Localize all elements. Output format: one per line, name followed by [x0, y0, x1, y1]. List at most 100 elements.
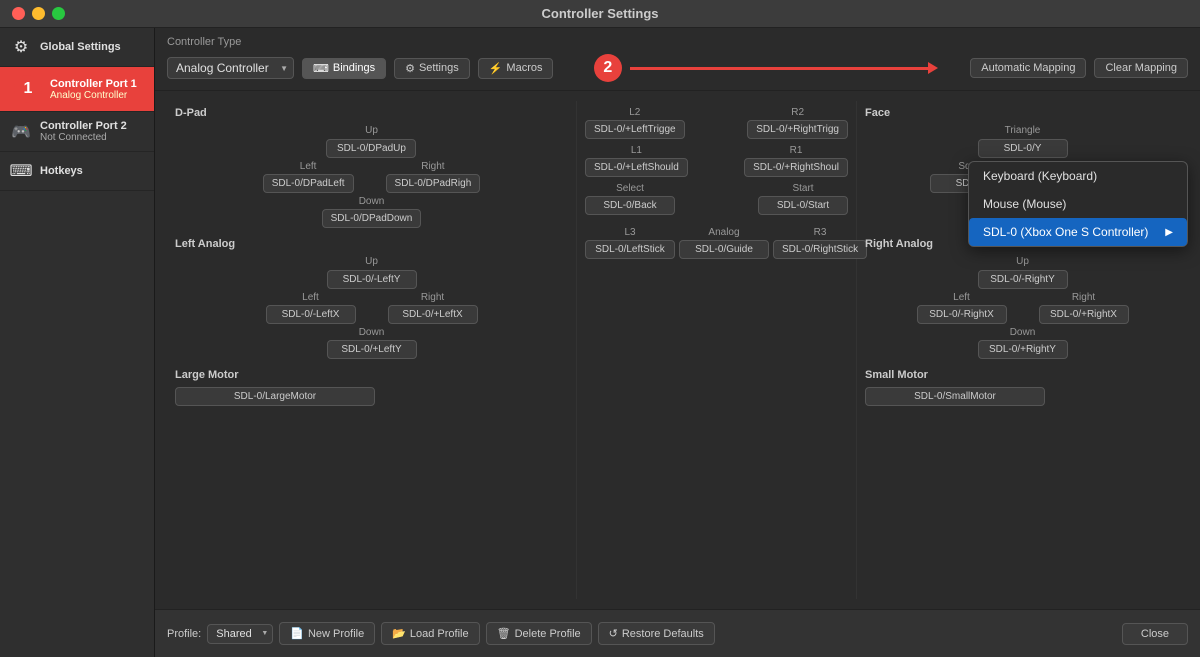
sidebar-sublabel-port2: Not Connected — [40, 132, 127, 143]
badge-2: 2 — [594, 54, 622, 82]
load-profile-icon: 📂 — [392, 627, 406, 640]
l2-label: L2 — [629, 107, 640, 118]
dropdown-item-sdl0-row: SDL-0 (Xbox One S Controller) ▶ — [983, 225, 1173, 239]
start-btn[interactable]: SDL-0/Start — [758, 196, 848, 215]
new-profile-button[interactable]: 📄 New Profile — [279, 622, 375, 645]
r2-label: R2 — [791, 107, 804, 118]
load-profile-button[interactable]: 📂 Load Profile — [381, 622, 479, 645]
dropdown-item-keyboard[interactable]: Keyboard (Keyboard) — [969, 162, 1187, 190]
ra-right-label: Right — [1072, 292, 1095, 303]
controller-type-label: Controller Type — [167, 36, 1188, 48]
small-motor-title: Small Motor — [865, 369, 1180, 381]
sidebar-item-hotkeys[interactable]: ⌨ Hotkeys — [0, 152, 154, 191]
dpad-left-btn[interactable]: SDL-0/DPadLeft — [263, 174, 354, 193]
tab-macros[interactable]: ⚡ Macros — [478, 58, 554, 79]
la-up-label: Up — [365, 256, 378, 267]
maximize-window-button[interactable] — [52, 7, 65, 20]
delete-profile-button[interactable]: 🗑 Delete Profile — [486, 622, 592, 645]
la-right-btn[interactable]: SDL-0/+LeftX — [388, 305, 478, 324]
dpad-down-btn[interactable]: SDL-0/DPadDown — [322, 209, 422, 228]
dpad-up-label: Up — [365, 125, 378, 136]
la-left-btn[interactable]: SDL-0/-LeftX — [266, 305, 356, 324]
ra-left-label: Left — [953, 292, 970, 303]
settings-icon: ⚙ — [405, 62, 415, 75]
dpad-left-label: Left — [300, 161, 317, 172]
r1-btn[interactable]: SDL-0/+RightShoul — [744, 158, 848, 177]
la-up-btn[interactable]: SDL-0/-LeftY — [327, 270, 417, 289]
mapping-dropdown: Keyboard (Keyboard) Mouse (Mouse) SDL-0 … — [968, 161, 1188, 247]
la-down-btn[interactable]: SDL-0/+LeftY — [327, 340, 417, 359]
sidebar-label-port1: Controller Port 1 — [50, 78, 137, 90]
profile-label: Profile: — [167, 628, 201, 640]
small-motor-btn[interactable]: SDL-0/SmallMotor — [865, 387, 1045, 406]
badge-1: 1 — [14, 75, 42, 103]
center-panel: L2 SDL-0/+LeftTrigge R2 SDL-0/+RightTrig… — [577, 101, 857, 599]
tab-bindings[interactable]: ⌨ Bindings — [302, 58, 386, 79]
triangle-btn[interactable]: SDL-0/Y — [978, 139, 1068, 158]
dpad-up-btn[interactable]: SDL-0/DPadUp — [326, 139, 416, 158]
sidebar-label-port2: Controller Port 2 — [40, 120, 127, 132]
r2-btn[interactable]: SDL-0/+RightTrigg — [747, 120, 848, 139]
content-area: D-Pad Up SDL-0/DPadUp Left SDL-0/DPadLef… — [155, 91, 1200, 609]
restore-defaults-label: Restore Defaults — [622, 628, 704, 640]
controller-select[interactable]: Analog Controller — [167, 57, 294, 79]
sidebar-sublabel-port1: Analog Controller — [50, 90, 137, 101]
arrow-row: 2 — [561, 54, 962, 82]
minimize-window-button[interactable] — [32, 7, 45, 20]
gamepad-icon-2: 🎮 — [10, 121, 32, 143]
load-profile-label: Load Profile — [410, 628, 469, 640]
ra-down-btn[interactable]: SDL-0/+RightY — [978, 340, 1068, 359]
chevron-right-icon: ▶ — [1165, 227, 1173, 238]
arrow-line — [630, 67, 930, 70]
close-window-button[interactable] — [12, 7, 25, 20]
header-row: Analog Controller ⌨ Bindings ⚙ Settings … — [167, 54, 1188, 90]
sidebar-item-global[interactable]: ⚙ Global Settings — [0, 28, 154, 67]
l3-label: L3 — [624, 227, 635, 238]
close-button[interactable]: Close — [1122, 623, 1188, 645]
analog-btn[interactable]: SDL-0/Guide — [679, 240, 769, 259]
dpad-right-label: Right — [421, 161, 444, 172]
dropdown-item-mouse[interactable]: Mouse (Mouse) — [969, 190, 1187, 218]
l1-btn[interactable]: SDL-0/+LeftShould — [585, 158, 688, 177]
footer: Profile: Shared 📄 New Profile 📂 Load Pro… — [155, 609, 1200, 657]
dpad-right-btn[interactable]: SDL-0/DPadRigh — [386, 174, 481, 193]
bindings-icon: ⌨ — [313, 62, 329, 75]
r3-label: R3 — [814, 227, 827, 238]
l1-label: L1 — [631, 145, 642, 156]
large-motor-btn[interactable]: SDL-0/LargeMotor — [175, 387, 375, 406]
profile-select[interactable]: Shared — [207, 624, 273, 644]
la-right-label: Right — [421, 292, 444, 303]
select-label: Select — [616, 183, 644, 194]
gear-icon: ⚙ — [10, 36, 32, 58]
titlebar: Controller Settings — [0, 0, 1200, 28]
dropdown-item-sdl0-label: SDL-0 (Xbox One S Controller) — [983, 225, 1148, 239]
sidebar-item-port2[interactable]: 🎮 Controller Port 2 Not Connected — [0, 112, 154, 152]
ra-right-btn[interactable]: SDL-0/+RightX — [1039, 305, 1129, 324]
face-title: Face — [865, 107, 1180, 119]
sidebar-label-global: Global Settings — [40, 41, 121, 53]
dpad-down-label: Down — [359, 196, 385, 207]
l2-btn[interactable]: SDL-0/+LeftTrigge — [585, 120, 685, 139]
auto-mapping-button[interactable]: Automatic Mapping — [970, 58, 1086, 78]
tab-settings[interactable]: ⚙ Settings — [394, 58, 470, 79]
ra-left-btn[interactable]: SDL-0/-RightX — [917, 305, 1007, 324]
dpad-title: D-Pad — [175, 107, 568, 119]
left-panel: D-Pad Up SDL-0/DPadUp Left SDL-0/DPadLef… — [167, 101, 577, 599]
controller-select-wrapper[interactable]: Analog Controller — [167, 57, 294, 79]
keyboard-icon: ⌨ — [10, 160, 32, 182]
dropdown-item-sdl0[interactable]: SDL-0 (Xbox One S Controller) ▶ — [969, 218, 1187, 246]
ra-up-label: Up — [1016, 256, 1029, 267]
macros-icon: ⚡ — [489, 62, 503, 75]
sidebar-label-hotkeys: Hotkeys — [40, 165, 83, 177]
profile-select-wrapper[interactable]: Shared — [207, 624, 273, 644]
restore-defaults-button[interactable]: ↺ Restore Defaults — [598, 622, 715, 645]
r3-btn[interactable]: SDL-0/RightStick — [773, 240, 867, 259]
ra-down-label: Down — [1010, 327, 1036, 338]
clear-mapping-button[interactable]: Clear Mapping — [1094, 58, 1188, 78]
sidebar-item-port1[interactable]: 1 Controller Port 1 Analog Controller — [0, 67, 154, 112]
l3-btn[interactable]: SDL-0/LeftStick — [585, 240, 675, 259]
analog-label: Analog — [708, 227, 739, 238]
select-btn[interactable]: SDL-0/Back — [585, 196, 675, 215]
r1-label: R1 — [790, 145, 803, 156]
ra-up-btn[interactable]: SDL-0/-RightY — [978, 270, 1068, 289]
